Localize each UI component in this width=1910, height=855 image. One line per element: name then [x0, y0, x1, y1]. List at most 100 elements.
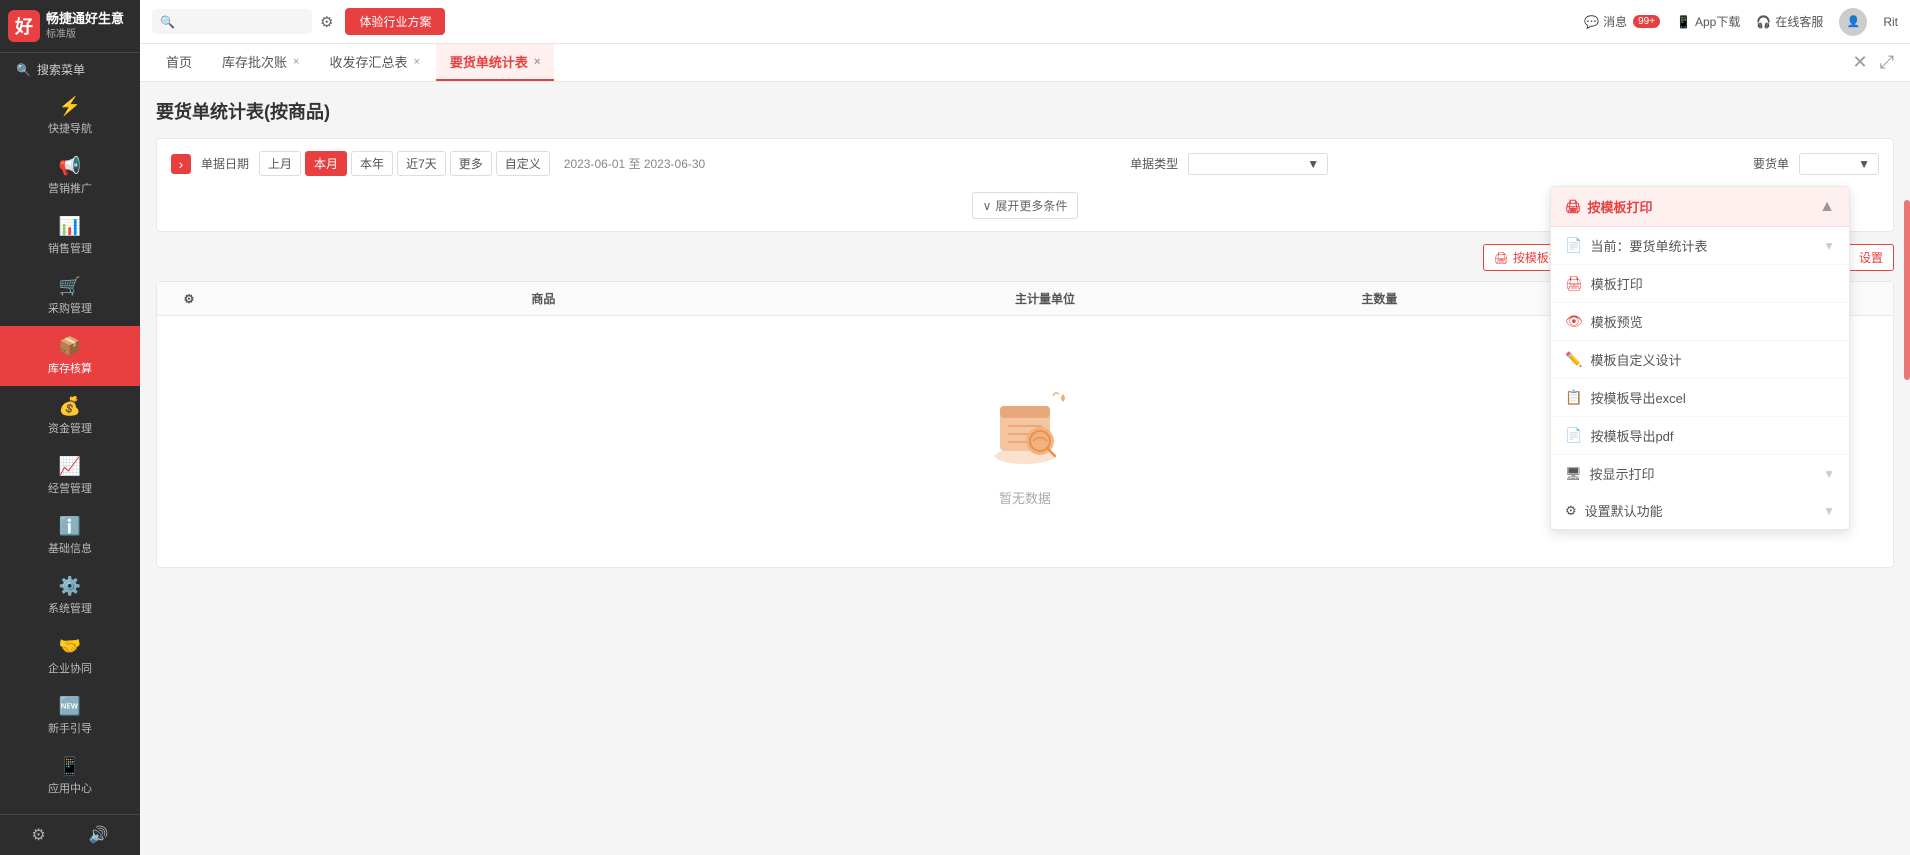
sidebar-item-finance[interactable]: 💰资金管理: [0, 386, 140, 446]
dropdown-item-template-preview[interactable]: 👁 模板预览: [1551, 303, 1849, 341]
date-btn-4[interactable]: 更多: [450, 151, 492, 176]
app-download-item[interactable]: 📱 App下载: [1676, 13, 1740, 30]
filter-toggle-btn[interactable]: ›: [171, 154, 191, 174]
nav-label-basic: 基础信息: [48, 540, 92, 556]
logo-icon: 好: [8, 10, 40, 42]
dropdown-sections: 🖥 按显示打印 ▼ ⚙ 设置默认功能 ▼: [1551, 455, 1849, 529]
sidebar-item-purchase[interactable]: 🛒 采购管理: [0, 266, 140, 326]
settings-label: 设置: [1859, 249, 1883, 266]
tab-close-collect-summary[interactable]: ×: [413, 56, 419, 68]
dropdown-close-btn[interactable]: ▲: [1819, 198, 1835, 216]
sidebar-item-app[interactable]: 📱应用中心: [0, 746, 140, 806]
tab-order-stats[interactable]: 要货单统计表×: [436, 44, 554, 81]
sidebar-item-system[interactable]: ⚙️系统管理: [0, 566, 140, 626]
tab-label-collect-summary: 收发存汇总表: [329, 52, 407, 71]
nav-icon-operations: 📈: [59, 456, 81, 477]
topbar-settings-icon[interactable]: ⚙: [320, 13, 333, 31]
expand-btn[interactable]: ∨ 展开更多条件: [972, 192, 1079, 219]
maximize-btn[interactable]: ⤢: [1876, 50, 1898, 75]
expand-label: 展开更多条件: [995, 197, 1067, 214]
experience-btn[interactable]: 体验行业方案: [345, 8, 445, 35]
sound-icon[interactable]: 🔊: [89, 825, 109, 845]
dropdown-section-icon-display-print: 🖥: [1565, 466, 1582, 482]
date-btn-1[interactable]: 本月: [305, 151, 347, 176]
tab-label-inventory-batch: 库存批次账: [222, 52, 287, 71]
tab-home[interactable]: 首页: [152, 44, 206, 81]
date-buttons: 上月本月本年近7天更多自定义: [259, 151, 550, 176]
tab-inventory-batch[interactable]: 库存批次账 ×: [208, 44, 313, 81]
sidebar-item-operations[interactable]: 📈经营管理: [0, 446, 140, 506]
nav-label-guide: 新手引导: [48, 720, 92, 736]
dropdown-section-label-display-print: 按显示打印: [1590, 464, 1655, 483]
dropdown-item-label-template-design: 模板自定义设计: [1590, 350, 1681, 369]
notify-item[interactable]: 💬 消息 99+: [1584, 13, 1660, 30]
sidebar-footer: ⚙ 🔊: [0, 814, 140, 855]
settings-btn[interactable]: 设置: [1848, 244, 1894, 271]
avatar[interactable]: 👤: [1839, 8, 1867, 36]
nav-icon-sales: 📊: [59, 216, 81, 237]
yaohuo-arrow-icon: ▼: [1858, 157, 1870, 171]
order-type-select[interactable]: ▼: [1188, 153, 1328, 175]
yaohuo-label: 要货单: [1753, 155, 1789, 172]
topbar-search-text: [181, 13, 253, 30]
sidebar-item-guide[interactable]: 🆕新手引导: [0, 686, 140, 746]
dropdown-item-icon-template-print: 🖨: [1565, 275, 1583, 292]
close-all-btn[interactable]: ✕: [1849, 50, 1872, 75]
sidebar-item-wechat[interactable]: 💬企业微信: [0, 806, 140, 814]
headset-icon: 🎧: [1756, 15, 1771, 29]
nav-icon-purchase: 🛒: [59, 276, 81, 297]
dropdown-section-default-func[interactable]: ⚙ 设置默认功能 ▼: [1551, 492, 1849, 529]
dropdown-item-left-template-print: 🖨 模板打印: [1565, 274, 1643, 293]
dropdown-item-export-excel[interactable]: 📋 按模板导出excel: [1551, 379, 1849, 417]
tab-collect-summary[interactable]: 收发存汇总表 ×: [315, 44, 433, 81]
main-area: 🔍 ⚙ 体验行业方案 💬 消息 99+ 📱 App下载 🎧 在线客服 👤 Rit: [140, 0, 1910, 855]
dropdown-item-label-export-excel: 按模板导出excel: [1590, 388, 1685, 407]
sidebar-item-marketing[interactable]: 📢营销推广: [0, 146, 140, 206]
nav-label-quick-nav: 快捷导航: [48, 120, 92, 136]
dropdown-section-left-default-func: ⚙ 设置默认功能: [1565, 501, 1663, 520]
dropdown-section-display-print[interactable]: 🖥 按显示打印 ▼: [1551, 455, 1849, 492]
settings-icon[interactable]: ⚙: [31, 825, 45, 845]
online-service-label: 在线客服: [1775, 13, 1823, 30]
dropdown-item-export-pdf[interactable]: 📄 按模板导出pdf: [1551, 417, 1849, 455]
date-btn-5[interactable]: 自定义: [496, 151, 550, 176]
order-type-label: 单据类型: [1130, 155, 1178, 172]
date-btn-2[interactable]: 本年: [351, 151, 393, 176]
dropdown-section-label-default-func: 设置默认功能: [1585, 501, 1663, 520]
current-arrow-icon: ▼: [1823, 239, 1835, 253]
search-icon: 🔍: [16, 63, 31, 77]
sidebar: 好 畅捷通好生意 标准版 🔍 搜索菜单 ⚡ 快捷导航 📢营销推广📊销售管理 🛒 采购管理…: [0, 0, 140, 855]
dropdown-item-template-design[interactable]: ✏️ 模板自定义设计: [1551, 341, 1849, 379]
nav-icon-collab: 🤝: [59, 636, 81, 657]
tab-close-order-stats[interactable]: ×: [534, 56, 540, 68]
dropdown-item-icon-template-preview: 👁: [1565, 313, 1583, 330]
tab-label-home: 首页: [166, 52, 192, 71]
sidebar-item-collab[interactable]: 🤝 企业协同: [0, 626, 140, 686]
nav-label-purchase: 采购管理: [48, 300, 92, 316]
brand-name: 畅捷通好生意: [46, 11, 124, 28]
yaohuo-select[interactable]: ▼: [1799, 153, 1879, 175]
tabs-bar: 首页库存批次账×收发存汇总表×要货单统计表× ✕ ⤢: [140, 44, 1910, 82]
sidebar-item-inventory[interactable]: 📦库存核算: [0, 326, 140, 386]
sidebar-search[interactable]: 🔍 搜索菜单: [0, 53, 140, 86]
right-scrollbar[interactable]: [1904, 200, 1910, 380]
dropdown-current-item[interactable]: 📄 当前：要货单统计表 ▼: [1551, 227, 1849, 265]
sidebar-item-sales[interactable]: 📊销售管理: [0, 206, 140, 266]
empty-icon: [975, 376, 1075, 476]
tab-close-inventory-batch[interactable]: ×: [293, 56, 299, 68]
nav-label-inventory: 库存核算: [48, 360, 92, 376]
nav-label-collab: 企业协同: [48, 660, 92, 676]
online-service-item[interactable]: 🎧 在线客服: [1756, 13, 1823, 30]
topbar-search[interactable]: 🔍: [152, 9, 312, 34]
sidebar-item-quick-nav[interactable]: ⚡ 快捷导航: [0, 86, 140, 146]
dropdown-item-template-print[interactable]: 🖨 模板打印: [1551, 265, 1849, 303]
nav-icon-quick-nav: ⚡: [59, 96, 81, 117]
dropdown-title: 按模板打印: [1588, 197, 1653, 216]
sidebar-item-basic[interactable]: ℹ️基础信息: [0, 506, 140, 566]
date-btn-3[interactable]: 近7天: [397, 151, 446, 176]
date-btn-0[interactable]: 上月: [259, 151, 301, 176]
print-dropdown: 🖨 按模板打印 ▲ 📄 当前：要货单统计表 ▼ 🖨 模板打印 👁 模板预览 ✏️…: [1550, 186, 1850, 530]
sidebar-nav: ⚡ 快捷导航 📢营销推广📊销售管理 🛒 采购管理 📦库存核算💰资金管理📈经营管理ℹ️基础信…: [0, 86, 140, 814]
dropdown-item-icon-export-excel: 📋: [1565, 389, 1582, 406]
sidebar-logo: 好 畅捷通好生意 标准版: [0, 0, 140, 53]
